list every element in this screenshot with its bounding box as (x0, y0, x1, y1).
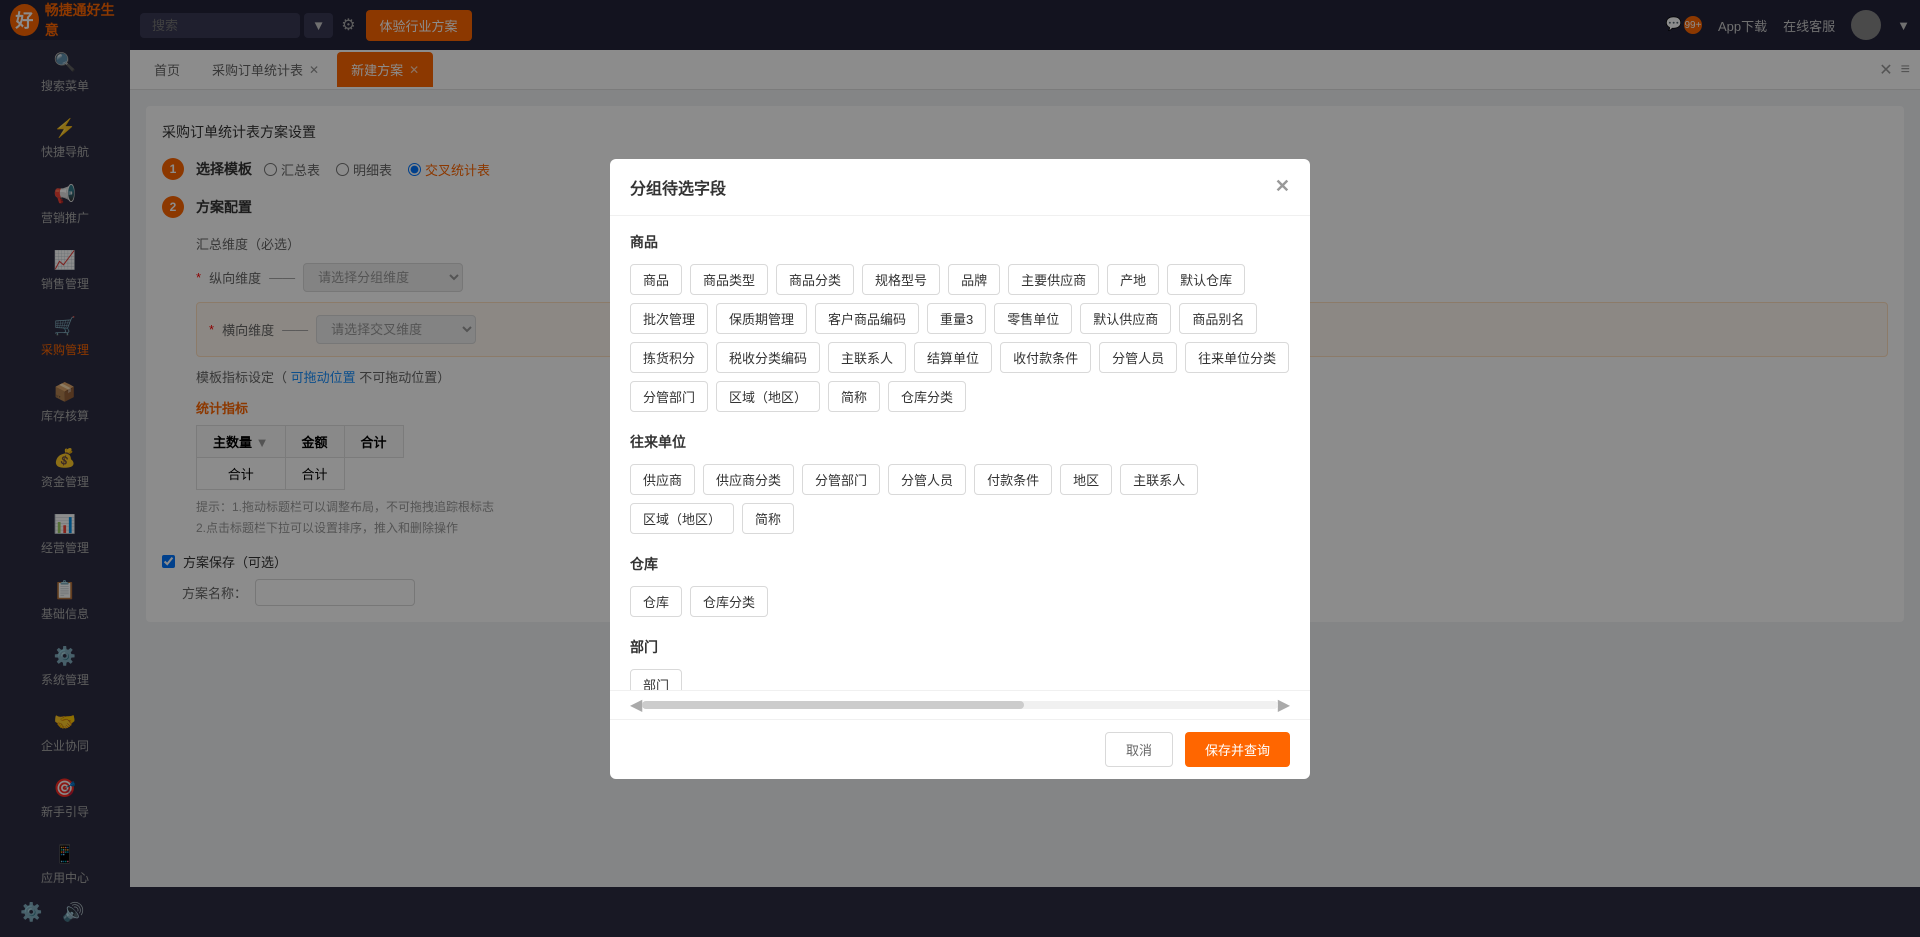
field-tags-goods: 商品商品类型商品分类规格型号品牌主要供应商产地默认仓库批次管理保质期管理客户商品… (630, 264, 1290, 412)
field-tag-付款条件[interactable]: 付款条件 (974, 464, 1052, 495)
field-tag-分管部门[interactable]: 分管部门 (630, 381, 708, 412)
section-title-warehouse: 仓库 (630, 554, 1290, 574)
section-title-contacts: 往来单位 (630, 432, 1290, 452)
modal-hscroll: ◀ ▶ (610, 690, 1310, 719)
field-tag-往来单位分类[interactable]: 往来单位分类 (1185, 342, 1289, 373)
field-section-goods: 商品商品商品类型商品分类规格型号品牌主要供应商产地默认仓库批次管理保质期管理客户… (630, 232, 1290, 412)
field-tag-分管部门[interactable]: 分管部门 (802, 464, 880, 495)
field-tag-商品类型[interactable]: 商品类型 (690, 264, 768, 295)
field-tag-地区[interactable]: 地区 (1060, 464, 1112, 495)
field-tag-仓库分类[interactable]: 仓库分类 (888, 381, 966, 412)
hscroll-right[interactable]: ▶ (1278, 695, 1290, 715)
field-tags-contacts: 供应商供应商分类分管部门分管人员付款条件地区主联系人区域（地区） 简称 (630, 464, 1290, 534)
hscroll-bar[interactable] (642, 701, 1277, 709)
modal-overlay: 分组待选字段 ✕ 商品商品商品类型商品分类规格型号品牌主要供应商产地默认仓库批次… (0, 0, 1920, 937)
modal-header: 分组待选字段 ✕ (610, 159, 1310, 216)
section-title-goods: 商品 (630, 232, 1290, 252)
field-tag-分管人员[interactable]: 分管人员 (1099, 342, 1177, 373)
hscroll-thumb (642, 701, 1023, 709)
field-tag-供应商分类[interactable]: 供应商分类 (703, 464, 794, 495)
field-tag-拣货积分[interactable]: 拣货积分 (630, 342, 708, 373)
field-section-department: 部门部门 (630, 637, 1290, 690)
field-tag-零售单位[interactable]: 零售单位 (994, 303, 1072, 334)
field-tag-主联系人[interactable]: 主联系人 (1120, 464, 1198, 495)
field-tag-批次管理[interactable]: 批次管理 (630, 303, 708, 334)
field-tag-仓库[interactable]: 仓库 (630, 586, 682, 617)
modal-footer: 取消 保存并查询 (610, 719, 1310, 779)
field-tag-税收分类编码[interactable]: 税收分类编码 (716, 342, 820, 373)
field-tag-重量3[interactable]: 重量3 (927, 303, 986, 334)
hscroll-left[interactable]: ◀ (630, 695, 642, 715)
field-tag-收付款条件[interactable]: 收付款条件 (1000, 342, 1091, 373)
field-tag-商品[interactable]: 商品 (630, 264, 682, 295)
field-section-warehouse: 仓库仓库仓库分类 (630, 554, 1290, 617)
field-tag-区域（地区）[interactable]: 区域（地区） (716, 381, 820, 412)
modal-close-button[interactable]: ✕ (1275, 176, 1290, 197)
field-section-contacts: 往来单位供应商供应商分类分管部门分管人员付款条件地区主联系人区域（地区） 简称 (630, 432, 1290, 534)
field-tag-主联系人[interactable]: 主联系人 (828, 342, 906, 373)
field-tag-商品分类[interactable]: 商品分类 (776, 264, 854, 295)
field-tag-部门[interactable]: 部门 (630, 669, 682, 690)
field-tag-主要供应商[interactable]: 主要供应商 (1008, 264, 1099, 295)
field-tag-供应商[interactable]: 供应商 (630, 464, 695, 495)
field-tag-默认仓库[interactable]: 默认仓库 (1167, 264, 1245, 295)
field-tag-品牌[interactable]: 品牌 (948, 264, 1000, 295)
field-tag-产地[interactable]: 产地 (1107, 264, 1159, 295)
field-tag-默认供应商[interactable]: 默认供应商 (1080, 303, 1171, 334)
modal-title: 分组待选字段 (630, 175, 726, 199)
section-title-department: 部门 (630, 637, 1290, 657)
field-tag-商品别名[interactable]: 商品别名 (1179, 303, 1257, 334)
field-tag-简称[interactable]: 简称 (828, 381, 880, 412)
confirm-button[interactable]: 保存并查询 (1185, 732, 1290, 767)
field-tag-保质期管理[interactable]: 保质期管理 (716, 303, 807, 334)
field-tags-department: 部门 (630, 669, 1290, 690)
field-tag-结算单位[interactable]: 结算单位 (914, 342, 992, 373)
field-tag-客户商品编码[interactable]: 客户商品编码 (815, 303, 919, 334)
field-tag-区域（地区）[interactable]: 区域（地区） (630, 503, 734, 534)
field-tag-简称[interactable]: 简称 (742, 503, 794, 534)
field-tag-仓库分类[interactable]: 仓库分类 (690, 586, 768, 617)
field-tags-warehouse: 仓库仓库分类 (630, 586, 1290, 617)
field-tag-分管人员[interactable]: 分管人员 (888, 464, 966, 495)
field-tag-规格型号[interactable]: 规格型号 (862, 264, 940, 295)
modal-body[interactable]: 商品商品商品类型商品分类规格型号品牌主要供应商产地默认仓库批次管理保质期管理客户… (610, 216, 1310, 690)
cancel-button[interactable]: 取消 (1105, 732, 1173, 767)
modal: 分组待选字段 ✕ 商品商品商品类型商品分类规格型号品牌主要供应商产地默认仓库批次… (610, 159, 1310, 779)
